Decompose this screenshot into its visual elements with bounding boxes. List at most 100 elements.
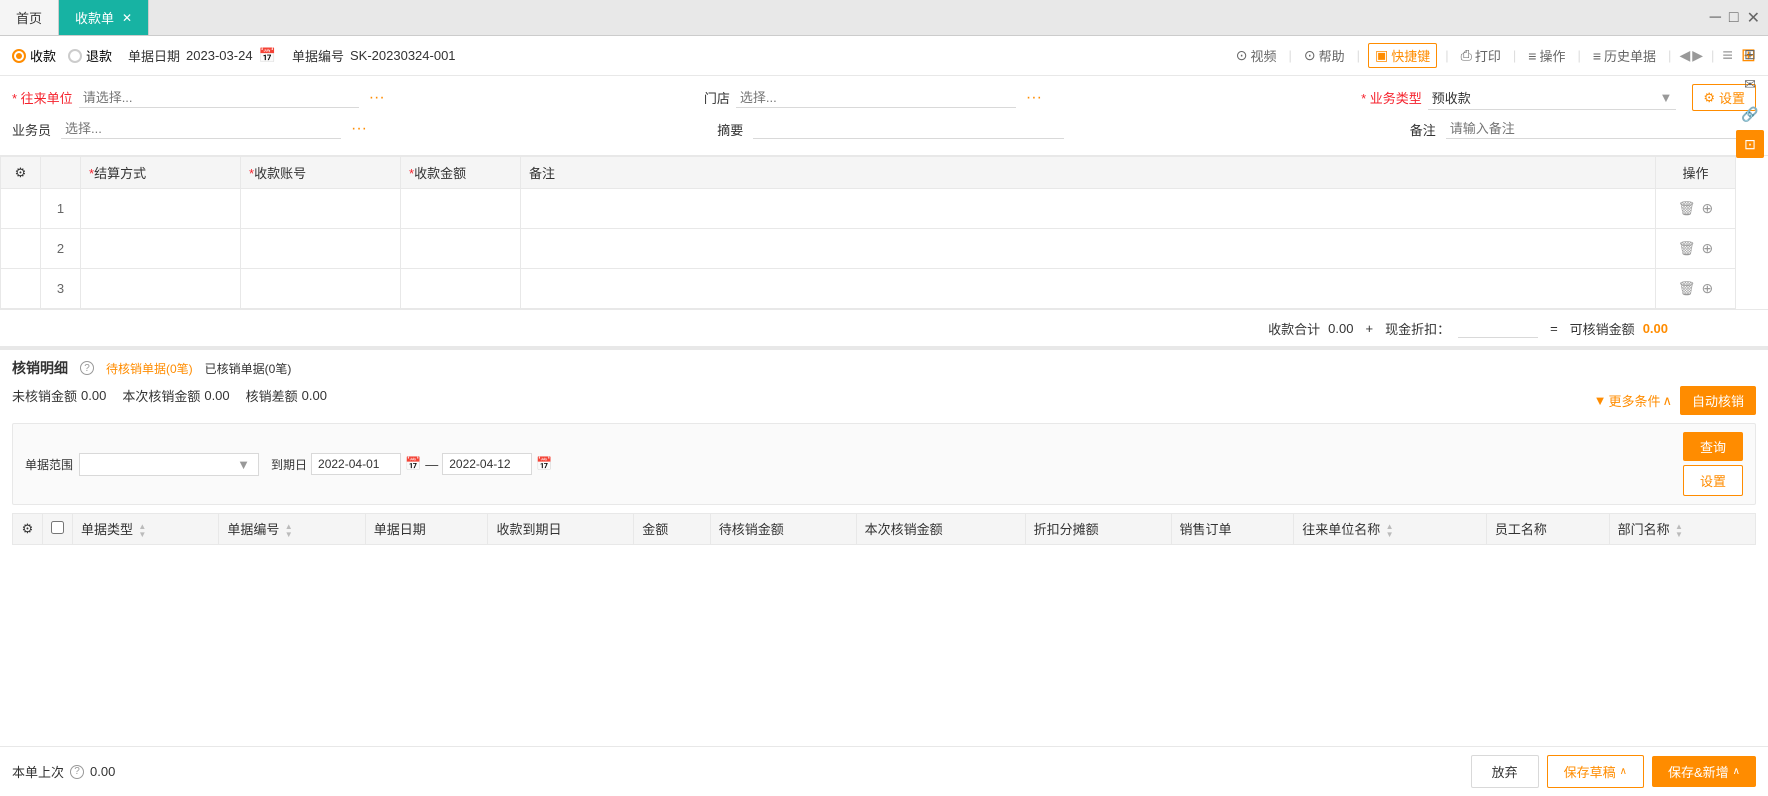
row-account-2[interactable] bbox=[241, 229, 401, 269]
more-conditions-btn[interactable]: ▼ 更多条件 ∧ bbox=[1594, 391, 1672, 410]
bottom-bar: 本单上次 ? 0.00 放弃 保存草稿 ∧ 保存&新增 ∧ bbox=[0, 746, 1768, 796]
counterparty-more-icon[interactable]: ··· bbox=[365, 89, 389, 107]
row-settlement-3[interactable] bbox=[81, 269, 241, 309]
row-delete-3[interactable]: 🗑 bbox=[1678, 280, 1696, 297]
minimize-icon[interactable]: ─ bbox=[1710, 9, 1721, 27]
row-amount-3[interactable] bbox=[401, 269, 521, 309]
business-type-caret[interactable]: ▼ bbox=[1659, 90, 1672, 105]
tab-close-icon[interactable]: ✕ bbox=[122, 11, 132, 25]
shortcut-btn[interactable]: ▣ 快捷键 bbox=[1368, 43, 1437, 68]
col-account: *收款账号 bbox=[241, 157, 401, 189]
staff-input[interactable] bbox=[61, 119, 341, 139]
row-copy-1[interactable]: ⊕ bbox=[1702, 200, 1714, 217]
total-label: 收款合计 bbox=[1268, 319, 1320, 338]
store-more-icon[interactable]: ··· bbox=[1022, 89, 1046, 107]
staff-more-icon[interactable]: ··· bbox=[347, 120, 371, 138]
dept-sort[interactable]: ▲ ▼ bbox=[1675, 523, 1683, 539]
bill-no-sort[interactable]: ▲ ▼ bbox=[285, 523, 293, 539]
right-sidebar: ⊞ ✉ 🔗 ⊡ bbox=[1736, 36, 1768, 162]
date-from-input[interactable] bbox=[311, 453, 401, 475]
unreconciled-stat: 未核销金额 0.00 bbox=[12, 386, 106, 405]
stats-row: 未核销金额 0.00 本次核销金额 0.00 核销差额 0.00 ▼ bbox=[12, 386, 1756, 415]
tab-receipt-label: 收款单 bbox=[75, 8, 114, 27]
save-new-btn[interactable]: 保存&新增 ∧ bbox=[1652, 756, 1756, 787]
video-btn[interactable]: ⊙ 视频 bbox=[1232, 44, 1281, 67]
remark-input[interactable] bbox=[1446, 119, 1756, 139]
more-conditions-label: 更多条件 bbox=[1608, 391, 1660, 410]
row-delete-2[interactable]: 🗑 bbox=[1678, 240, 1696, 257]
operation-btn[interactable]: ≡ 操作 bbox=[1524, 44, 1569, 67]
row-amount-2[interactable] bbox=[401, 229, 521, 269]
lower-col-dept: 部门名称 ▲ ▼ bbox=[1609, 514, 1755, 545]
sidebar-frame-btn[interactable]: ⊡ bbox=[1736, 130, 1764, 158]
row-action-1: 🗑 ⊕ bbox=[1656, 189, 1736, 229]
nav-arrows: ◀ ▶ bbox=[1679, 47, 1703, 64]
counterparty-sort[interactable]: ▲ ▼ bbox=[1386, 523, 1394, 539]
row-delete-1[interactable]: 🗑 bbox=[1678, 200, 1696, 217]
range-select[interactable]: ▼ bbox=[79, 453, 259, 476]
row-copy-3[interactable]: ⊕ bbox=[1702, 280, 1714, 297]
current-stat: 本次核销金额 0.00 bbox=[122, 386, 229, 405]
lower-col-discount: 折扣分摊额 bbox=[1025, 514, 1171, 545]
sidebar-table-btn[interactable]: ⊞ bbox=[1736, 40, 1764, 68]
row-settlement-1[interactable] bbox=[81, 189, 241, 229]
select-all-checkbox[interactable] bbox=[51, 521, 64, 534]
calendar-icon[interactable]: 📅 bbox=[259, 47, 276, 64]
row-gear-3 bbox=[1, 269, 41, 309]
abandon-btn[interactable]: 放弃 bbox=[1471, 755, 1539, 788]
calendar-to-icon[interactable]: 📅 bbox=[536, 456, 552, 472]
tab-receipt[interactable]: 收款单 ✕ bbox=[59, 0, 149, 35]
nav-prev-icon[interactable]: ◀ bbox=[1679, 47, 1690, 64]
operation-label: 操作 bbox=[1539, 46, 1565, 65]
row-account-1[interactable] bbox=[241, 189, 401, 229]
row-gear-1 bbox=[1, 189, 41, 229]
list-view-icon[interactable]: ≡ bbox=[1722, 45, 1733, 66]
business-type-field: 业务类型 预收款 ▼ bbox=[1361, 86, 1676, 110]
bill-type-sort[interactable]: ▲ ▼ bbox=[138, 523, 146, 539]
history-btn[interactable]: ≡ 历史单据 bbox=[1589, 44, 1660, 67]
chevron-up-icon: ∧ bbox=[1662, 393, 1672, 409]
due-date-label: 到期日 bbox=[271, 456, 307, 473]
auto-offset-btn[interactable]: 自动核销 bbox=[1680, 386, 1756, 415]
save-draft-btn[interactable]: 保存草稿 ∧ bbox=[1547, 755, 1644, 788]
tab-home[interactable]: 首页 bbox=[0, 0, 59, 35]
row-account-3[interactable] bbox=[241, 269, 401, 309]
current-order-label: 本单上次 bbox=[12, 762, 64, 781]
radio-receipt[interactable]: 收款 bbox=[12, 46, 56, 65]
bottom-left: 本单上次 ? 0.00 bbox=[12, 762, 115, 781]
completed-tab[interactable]: 已核销单据(0笔) bbox=[205, 360, 292, 377]
pending-tab[interactable]: 待核销单据(0笔) bbox=[106, 360, 193, 377]
toolbar-actions: ⊙ 视频 | ⊙ 帮助 | ▣ 快捷键 | ⎙ 打印 | bbox=[1232, 43, 1756, 68]
counterparty-input[interactable] bbox=[79, 88, 359, 108]
row-remark-3[interactable] bbox=[521, 269, 1656, 309]
sidebar-email-btn[interactable]: ✉ bbox=[1736, 70, 1764, 98]
current-order-info-icon[interactable]: ? bbox=[70, 765, 84, 779]
maximize-icon[interactable]: □ bbox=[1729, 9, 1739, 27]
row-copy-2[interactable]: ⊕ bbox=[1702, 240, 1714, 257]
tab-bar: 首页 收款单 ✕ ─ □ ✕ bbox=[0, 0, 1768, 36]
filter-settings-btn[interactable]: 设置 bbox=[1683, 465, 1743, 496]
sidebar-link-btn[interactable]: 🔗 bbox=[1736, 100, 1764, 128]
close-icon[interactable]: ✕ bbox=[1747, 8, 1760, 28]
summary-input[interactable] bbox=[753, 119, 1063, 139]
discount-input[interactable] bbox=[1458, 318, 1538, 338]
row-remark-2[interactable] bbox=[521, 229, 1656, 269]
date-to-input[interactable] bbox=[442, 453, 532, 475]
date-dash: — bbox=[425, 457, 438, 472]
row-remark-1[interactable] bbox=[521, 189, 1656, 229]
row-settlement-2[interactable] bbox=[81, 229, 241, 269]
video-icon: ⊙ bbox=[1236, 47, 1248, 64]
store-input[interactable] bbox=[736, 88, 1016, 108]
row-amount-1[interactable] bbox=[401, 189, 521, 229]
lower-col-current: 本次核销金额 bbox=[856, 514, 1025, 545]
table-gear-icon[interactable]: ⚙ bbox=[15, 165, 27, 180]
print-btn[interactable]: ⎙ 打印 bbox=[1457, 44, 1505, 67]
help-btn[interactable]: ⊙ 帮助 bbox=[1300, 44, 1349, 67]
calendar-from-icon[interactable]: 📅 bbox=[405, 456, 421, 472]
nav-next-icon[interactable]: ▶ bbox=[1692, 47, 1703, 64]
lower-gear-icon[interactable]: ⚙ bbox=[22, 521, 34, 536]
lower-table-container: ⚙ 单据类型 ▲ ▼ bbox=[12, 513, 1756, 545]
reconciliation-info-icon[interactable]: ? bbox=[80, 361, 94, 375]
radio-refund[interactable]: 退款 bbox=[68, 46, 112, 65]
query-btn[interactable]: 查询 bbox=[1683, 432, 1743, 461]
